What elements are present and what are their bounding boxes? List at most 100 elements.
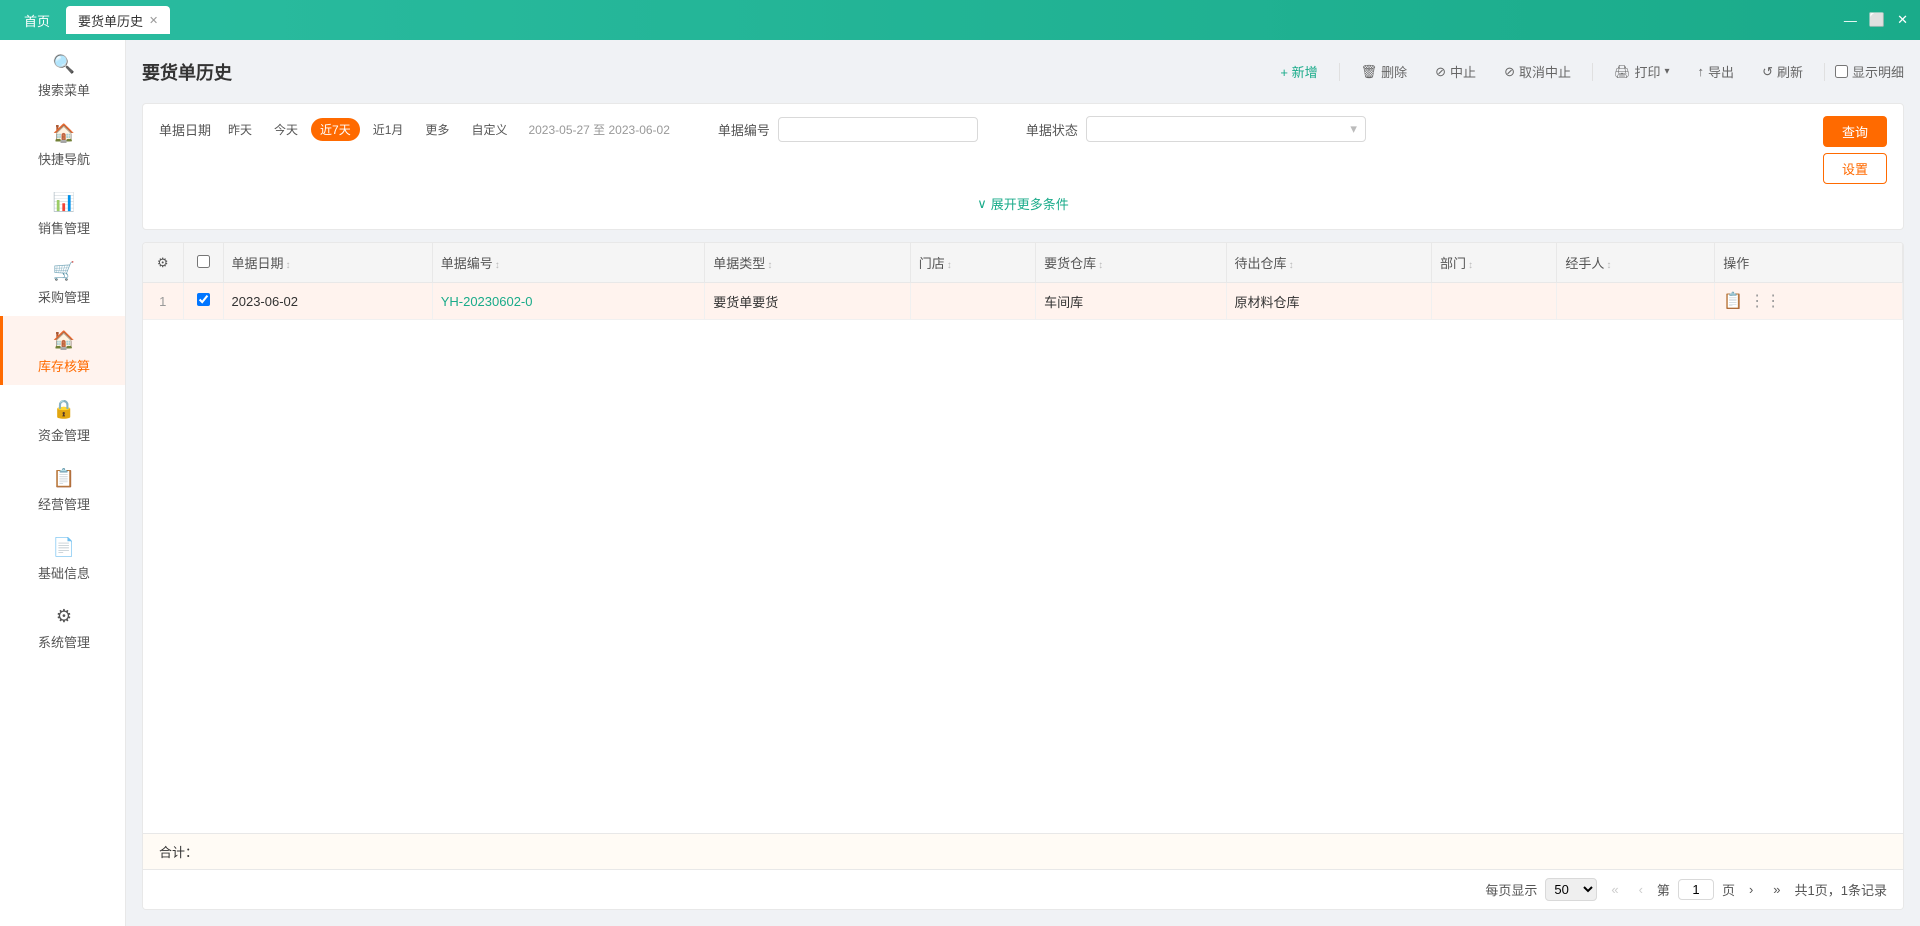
first-page-btn[interactable]: « [1605,880,1624,899]
basic-info-icon: 📄 [53,537,75,558]
date-btn-7days[interactable]: 近7天 [311,118,360,141]
date-btn-custom[interactable]: 自定义 [462,118,516,141]
sidebar-item-ops-mgmt[interactable]: 📋 经营管理 [0,454,125,523]
sidebar-item-shortcut-nav[interactable]: 🏠 快捷导航 [0,109,125,178]
page-label: 第 [1657,880,1670,899]
last-page-btn[interactable]: » [1767,880,1786,899]
sidebar-item-purchase-mgmt[interactable]: 🛒 采购管理 [0,247,125,316]
window-maximize[interactable]: ⬜ [1869,12,1885,28]
status-filter: 单据状态 ▾ [1026,116,1366,142]
column-settings-icon[interactable]: ⚙ [143,243,183,283]
table-body: 1 2023-06-02 YH-20230602-0 要货单要货 车间库 原材料… [143,283,1903,320]
sys-mgmt-icon: ⚙ [56,606,72,627]
filter-bar: 单据日期 昨天 今天 近7天 近1月 更多 自定义 2023-05-27 至 2… [142,103,1904,230]
docno-input[interactable] [778,117,978,142]
window-minimize[interactable]: — [1844,13,1857,28]
delete-icon: 🗑 [1361,64,1378,80]
status-select-chevron: ▾ [1350,121,1357,137]
top-bar: 首页 要货单历史 ✕ — ⬜ ✕ [0,0,1920,40]
print-chevron-icon[interactable]: ▾ [1665,66,1670,77]
row-docno[interactable]: YH-20230602-0 [432,283,705,320]
sidebar: 🔍 搜索菜单 🏠 快捷导航 📊 销售管理 🛒 采购管理 🏠 库存核算 🔒 资金管… [0,40,126,926]
row-req-warehouse: 车间库 [1036,283,1226,320]
table-container: ⚙ 单据日期↕ 单据编号↕ 单据类型↕ 门店↕ 要货仓库↕ 待出仓库↕ 部门↕ … [142,242,1904,910]
tab-purchase-history[interactable]: 要货单历史 ✕ [66,6,170,34]
total-info: 共1页，1条记录 [1795,880,1887,899]
page-size-label: 每页显示 [1485,880,1537,899]
docno-filter-label: 单据编号 [718,120,770,139]
filter-actions: 查询 设置 [1823,116,1887,184]
current-page-input[interactable] [1678,879,1714,900]
ops-mgmt-icon: 📋 [53,468,75,489]
row-store [910,283,1035,320]
window-controls: — ⬜ ✕ [1844,12,1908,28]
finance-mgmt-icon: 🔒 [53,399,75,420]
tab-close-icon[interactable]: ✕ [149,14,158,27]
column-ops: 操作 [1715,243,1903,283]
new-button[interactable]: + 新增 [1269,56,1328,87]
row-pending-warehouse: 原材料仓库 [1226,283,1431,320]
column-dept: 部门↕ [1432,243,1557,283]
divider3 [1824,63,1825,81]
date-btn-more[interactable]: 更多 [416,118,458,141]
cancel-stop-icon: ⊘ [1504,64,1515,80]
setting-button[interactable]: 设置 [1823,153,1887,184]
sidebar-item-sys-mgmt[interactable]: ⚙ 系统管理 [0,592,125,661]
column-req-warehouse: 要货仓库↕ [1036,243,1226,283]
row-edit-btn[interactable]: 📋 [1723,291,1743,311]
sidebar-item-inventory-calc[interactable]: 🏠 库存核算 [0,316,125,385]
sales-mgmt-icon: 📊 [53,192,75,213]
content-area: 要货单历史 + 新增 🗑 删除 ⊘ 中止 ⊘ 取消中止 🖨 [126,40,1920,926]
date-btn-1month[interactable]: 近1月 [364,118,413,141]
inventory-calc-icon: 🏠 [53,330,75,351]
prev-page-btn[interactable]: ‹ [1633,880,1649,899]
sidebar-item-search-menu[interactable]: 🔍 搜索菜单 [0,40,125,109]
row-checkbox[interactable] [183,283,223,320]
cancel-stop-button[interactable]: ⊘ 取消中止 [1493,56,1582,87]
toolbar: + 新增 🗑 删除 ⊘ 中止 ⊘ 取消中止 🖨 打印 [1269,56,1904,87]
column-docno: 单据编号↕ [432,243,705,283]
delete-button[interactable]: 🗑 删除 [1350,56,1419,87]
column-handler: 经手人↕ [1557,243,1715,283]
row-more-btn[interactable]: ⋮⋮ [1749,291,1781,311]
column-doctype: 单据类型↕ [705,243,910,283]
stop-icon: ⊘ [1435,64,1446,80]
row-handler [1557,283,1715,320]
show-detail-checkbox[interactable]: 显示明细 [1835,62,1904,81]
row-doctype: 要货单要货 [705,283,910,320]
main-layout: 🔍 搜索菜单 🏠 快捷导航 📊 销售管理 🛒 采购管理 🏠 库存核算 🔒 资金管… [0,40,1920,926]
expand-more-btn[interactable]: ∨ 展开更多条件 [969,190,1077,217]
print-button[interactable]: 🖨 打印 ▾ [1603,56,1681,87]
status-select[interactable]: ▾ [1086,116,1366,142]
next-page-btn[interactable]: › [1743,880,1759,899]
date-filter-btns: 昨天 今天 近7天 近1月 更多 自定义 [219,118,516,141]
status-filter-label: 单据状态 [1026,120,1078,139]
page-title: 要货单历史 [142,59,232,85]
column-date: 单据日期↕ [223,243,432,283]
row-ops: 📋 ⋮⋮ [1715,283,1903,320]
export-button[interactable]: ↑ 导出 [1687,56,1746,87]
date-filter: 单据日期 昨天 今天 近7天 近1月 更多 自定义 2023-05-27 至 2… [159,118,670,141]
stop-button[interactable]: ⊘ 中止 [1424,56,1487,87]
tab-home[interactable]: 首页 [12,6,62,34]
refresh-button[interactable]: ↺ 刷新 [1751,56,1814,87]
row-index: 1 [143,283,183,320]
query-button[interactable]: 查询 [1823,116,1887,147]
select-all-checkbox[interactable] [197,255,210,268]
row-date: 2023-06-02 [223,283,432,320]
docno-filter: 单据编号 [718,117,978,142]
data-table: ⚙ 单据日期↕ 单据编号↕ 单据类型↕ 门店↕ 要货仓库↕ 待出仓库↕ 部门↕ … [143,243,1903,320]
filter-top-row: 单据日期 昨天 今天 近7天 近1月 更多 自定义 2023-05-27 至 2… [159,116,1887,184]
page-size-select[interactable]: 20 50 100 [1545,878,1597,901]
sidebar-item-finance-mgmt[interactable]: 🔒 资金管理 [0,385,125,454]
window-close[interactable]: ✕ [1897,12,1908,28]
column-pending-warehouse: 待出仓库↕ [1226,243,1431,283]
sidebar-item-sales-mgmt[interactable]: 📊 销售管理 [0,178,125,247]
date-range-display: 2023-05-27 至 2023-06-02 [528,121,669,138]
sidebar-item-basic-info[interactable]: 📄 基础信息 [0,523,125,592]
table-footer: 合计： [143,833,1903,869]
date-btn-yesterday[interactable]: 昨天 [219,118,261,141]
date-btn-today[interactable]: 今天 [265,118,307,141]
search-menu-icon: 🔍 [53,54,75,75]
divider2 [1592,63,1593,81]
